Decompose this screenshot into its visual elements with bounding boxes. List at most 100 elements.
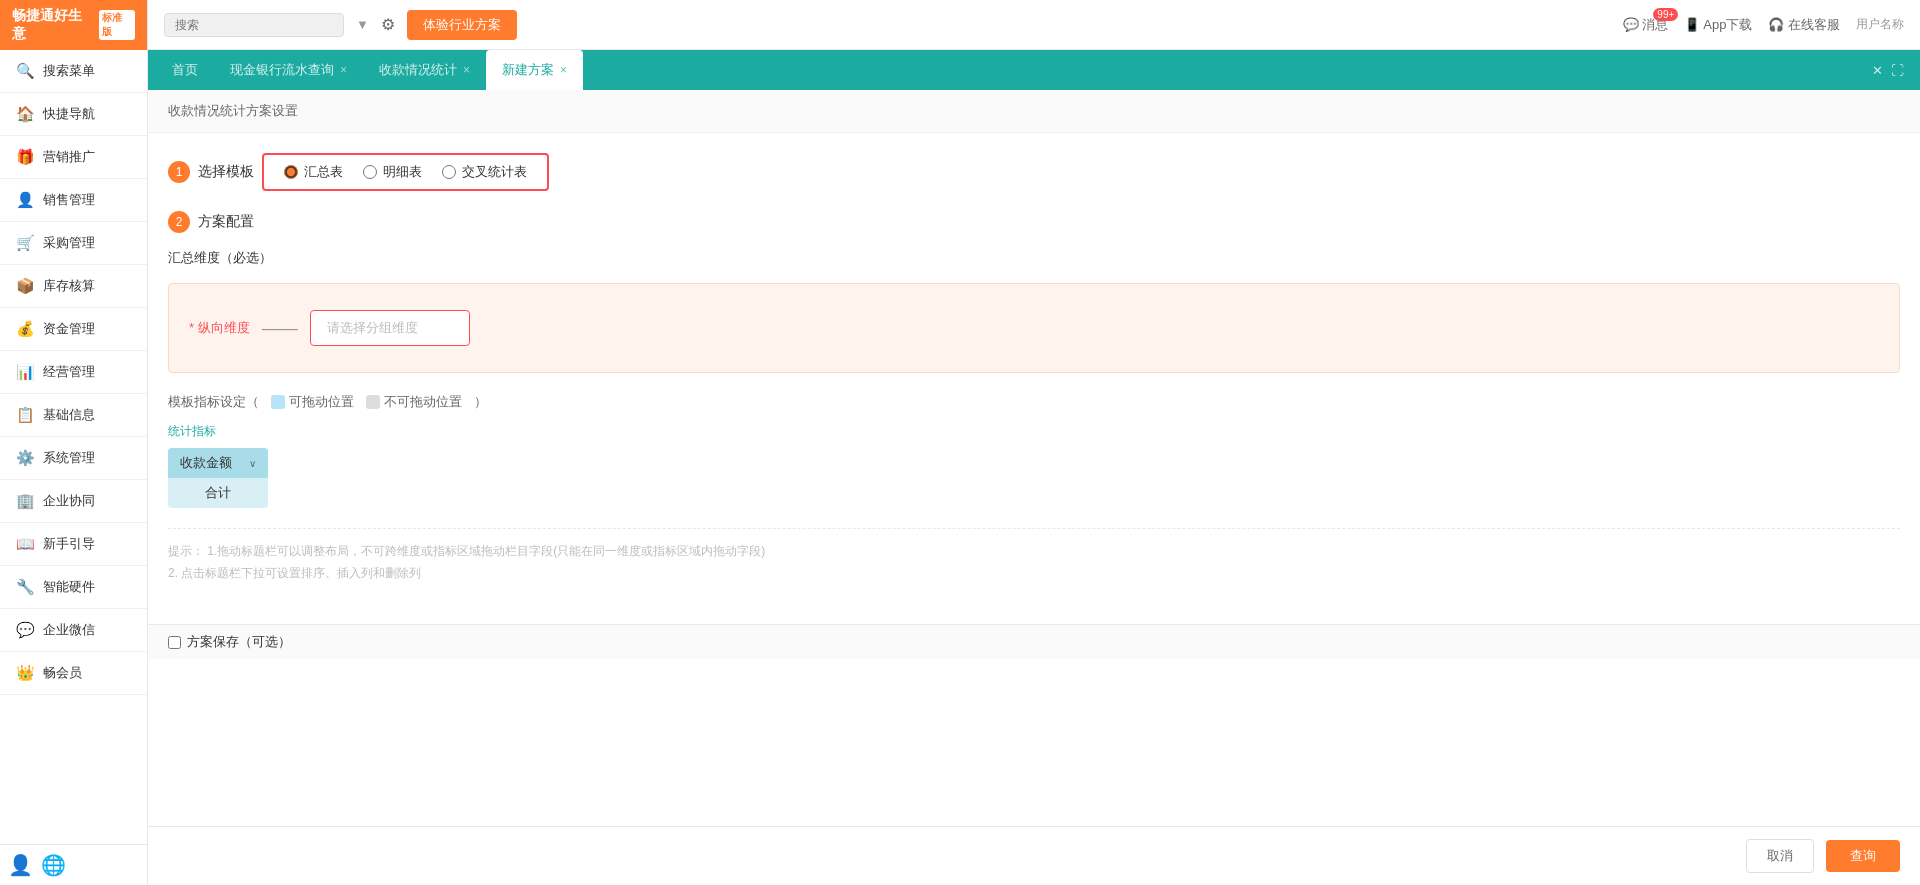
sidebar-icon-wechat: 💬 [16,621,35,639]
radio-summary[interactable]: 汇总表 [284,163,343,181]
draggable-dot [271,395,285,409]
sidebar-label-search-menu: 搜索菜单 [43,62,95,80]
tab-close-new-plan[interactable]: × [560,63,567,77]
sidebar-label-purchase: 采购管理 [43,234,95,252]
legend-draggable: 可拖动位置 [271,393,354,411]
save-checkbox[interactable] [168,636,181,649]
sidebar-label-marketing: 营销推广 [43,148,95,166]
sidebar-icon-guide: 📖 [16,535,35,553]
radio-summary-input[interactable] [284,165,298,179]
sidebar-item-basic-info[interactable]: 📋基础信息 [0,394,147,437]
stats-label: 统计指标 [168,423,1900,440]
sidebar: 畅捷通好生意 标准版 🔍搜索菜单🏠快捷导航🎁营销推广👤销售管理🛒采购管理📦库存核… [0,0,148,885]
save-option[interactable]: 方案保存（可选） [168,633,291,651]
tab-label-cash-bank: 现金银行流水查询 [230,61,334,79]
sidebar-label-guide: 新手引导 [43,535,95,553]
tab-close-collection-stats[interactable]: × [463,63,470,77]
vertical-dimension-label: * 纵向维度 [189,319,250,337]
tab-home[interactable]: 首页 [156,50,214,90]
card-body-text: 合计 [205,485,231,500]
tab-cash-bank[interactable]: 现金银行流水查询 × [214,50,363,90]
sidebar-icon-quick-nav: 🏠 [16,105,35,123]
sidebar-label-inventory: 库存核算 [43,277,95,295]
sidebar-item-inventory[interactable]: 📦库存核算 [0,265,147,308]
radio-detail[interactable]: 明细表 [363,163,422,181]
tips-line2: 2. 点击标题栏下拉可设置排序、插入列和删除列 [168,563,1900,585]
message-badge[interactable]: 💬 消息 99+ [1623,16,1669,34]
sidebar-icon-member: 👑 [16,664,35,682]
sidebar-label-smart-hw: 智能硬件 [43,578,95,596]
sidebar-item-wechat[interactable]: 💬企业微信 [0,609,147,652]
cancel-button[interactable]: 取消 [1746,839,1814,873]
dimension-config-title: 汇总维度（必选） [168,249,1900,267]
sidebar-item-operations[interactable]: 📊经营管理 [0,351,147,394]
search-input[interactable] [164,13,344,37]
sidebar-icon-search-menu: 🔍 [16,62,35,80]
sidebar-label-sales: 销售管理 [43,191,95,209]
expand-window-icon[interactable]: ⛶ [1891,63,1904,78]
sidebar-item-enterprise[interactable]: 🏢企业协同 [0,480,147,523]
dimension-row: * 纵向维度 —— 请选择分组维度 [189,310,470,346]
step2-title: 2 方案配置 [168,211,1900,233]
step1-section: 1 选择模板 汇总表 明细表 [168,153,1900,191]
indicator-section: 模板指标设定（ 可拖动位置 不可拖动位置 ） 统计指标 [168,393,1900,508]
sidebar-bottom-icon1[interactable]: 👤 [8,853,33,877]
tab-collection-stats[interactable]: 收款情况统计× [363,50,486,90]
tips-section: 提示： 1.拖动标题栏可以调整布局，不可跨维度或指标区域拖动栏目字段(只能在同一… [168,528,1900,584]
dimension-placeholder: 请选择分组维度 [327,319,418,337]
sidebar-logo: 畅捷通好生意 标准版 [0,0,147,50]
sidebar-icon-purchase: 🛒 [16,234,35,252]
radio-cross-label: 交叉统计表 [462,163,527,181]
radio-cross-input[interactable] [442,165,456,179]
indicator-card-header[interactable]: 收款金额 ∨ [168,448,268,478]
sidebar-label-capital: 资金管理 [43,320,95,338]
sidebar-item-marketing[interactable]: 🎁营销推广 [0,136,147,179]
indicator-title-text: 模板指标设定（ [168,393,259,411]
sidebar-label-operations: 经营管理 [43,363,95,381]
tabbar-controls: ✕ ⛶ [1872,63,1912,78]
dropdown-arrow-icon[interactable]: ▼ [356,17,369,32]
sidebar-icon-enterprise: 🏢 [16,492,35,510]
tab-close-cash-bank[interactable]: × [340,63,347,77]
sidebar-bottom: 👤 🌐 [0,844,147,885]
tab-label-home: 首页 [172,61,198,79]
dimension-select[interactable]: 请选择分组维度 [310,310,470,346]
sidebar-item-guide[interactable]: 📖 新手引导 [0,523,147,566]
step2-section: 2 方案配置 汇总维度（必选） * 纵向维度 —— 请选择分组维度 [168,211,1900,584]
sidebar-bottom-icon2[interactable]: 🌐 [41,853,66,877]
tabbar: 首页现金银行流水查询×收款情况统计×新建方案× ✕ ⛶ [148,50,1920,90]
gear-icon[interactable]: ⚙ [381,15,395,34]
tab-new-plan[interactable]: 新建方案× [486,50,583,90]
sidebar-item-capital[interactable]: 💰资金管理 [0,308,147,351]
step2-label: 方案配置 [198,213,254,231]
sidebar-item-purchase[interactable]: 🛒 采购管理 [0,222,147,265]
radio-group-template: 汇总表 明细表 交叉统计表 [284,163,527,181]
sidebar-item-sales[interactable]: 👤销售管理 [0,179,147,222]
trial-button[interactable]: 体验行业方案 [407,10,517,40]
online-service[interactable]: 🎧 在线客服 [1768,16,1840,34]
app-download[interactable]: 📱 App下载 [1684,16,1752,34]
indicator-title-row: 模板指标设定（ 可拖动位置 不可拖动位置 ） [168,393,1900,411]
bottom-bar: 方案保存（可选） [148,624,1920,659]
radio-summary-label: 汇总表 [304,163,343,181]
card-header-text: 收款金额 [180,454,232,472]
sidebar-item-member[interactable]: 👑 畅会员 [0,652,147,695]
fixed-label: 不可拖动位置 [384,393,462,411]
main-area: ▼ ⚙ 体验行业方案 💬 消息 99+ 📱 App下载 🎧 在线客服 用户名称 … [148,0,1920,885]
query-button[interactable]: 查询 [1826,840,1900,872]
sidebar-item-smart-hw[interactable]: 🔧智能硬件 [0,566,147,609]
footer-actions: 取消 查询 [148,826,1920,885]
sidebar-icon-basic-info: 📋 [16,406,35,424]
page-header: 收款情况统计方案设置 [148,90,1920,133]
indicator-card: 收款金额 ∨ 合计 [168,448,268,508]
sidebar-item-quick-nav[interactable]: 🏠快捷导航 [0,93,147,136]
radio-cross[interactable]: 交叉统计表 [442,163,527,181]
close-window-icon[interactable]: ✕ [1872,63,1883,78]
sidebar-item-search-menu[interactable]: 🔍 搜索菜单 [0,50,147,93]
radio-detail-label: 明细表 [383,163,422,181]
step2-number: 2 [168,211,190,233]
sidebar-item-system[interactable]: ⚙️系统管理 [0,437,147,480]
msg-count: 99+ [1653,8,1678,21]
sidebar-label-member: 畅会员 [43,664,82,682]
radio-detail-input[interactable] [363,165,377,179]
